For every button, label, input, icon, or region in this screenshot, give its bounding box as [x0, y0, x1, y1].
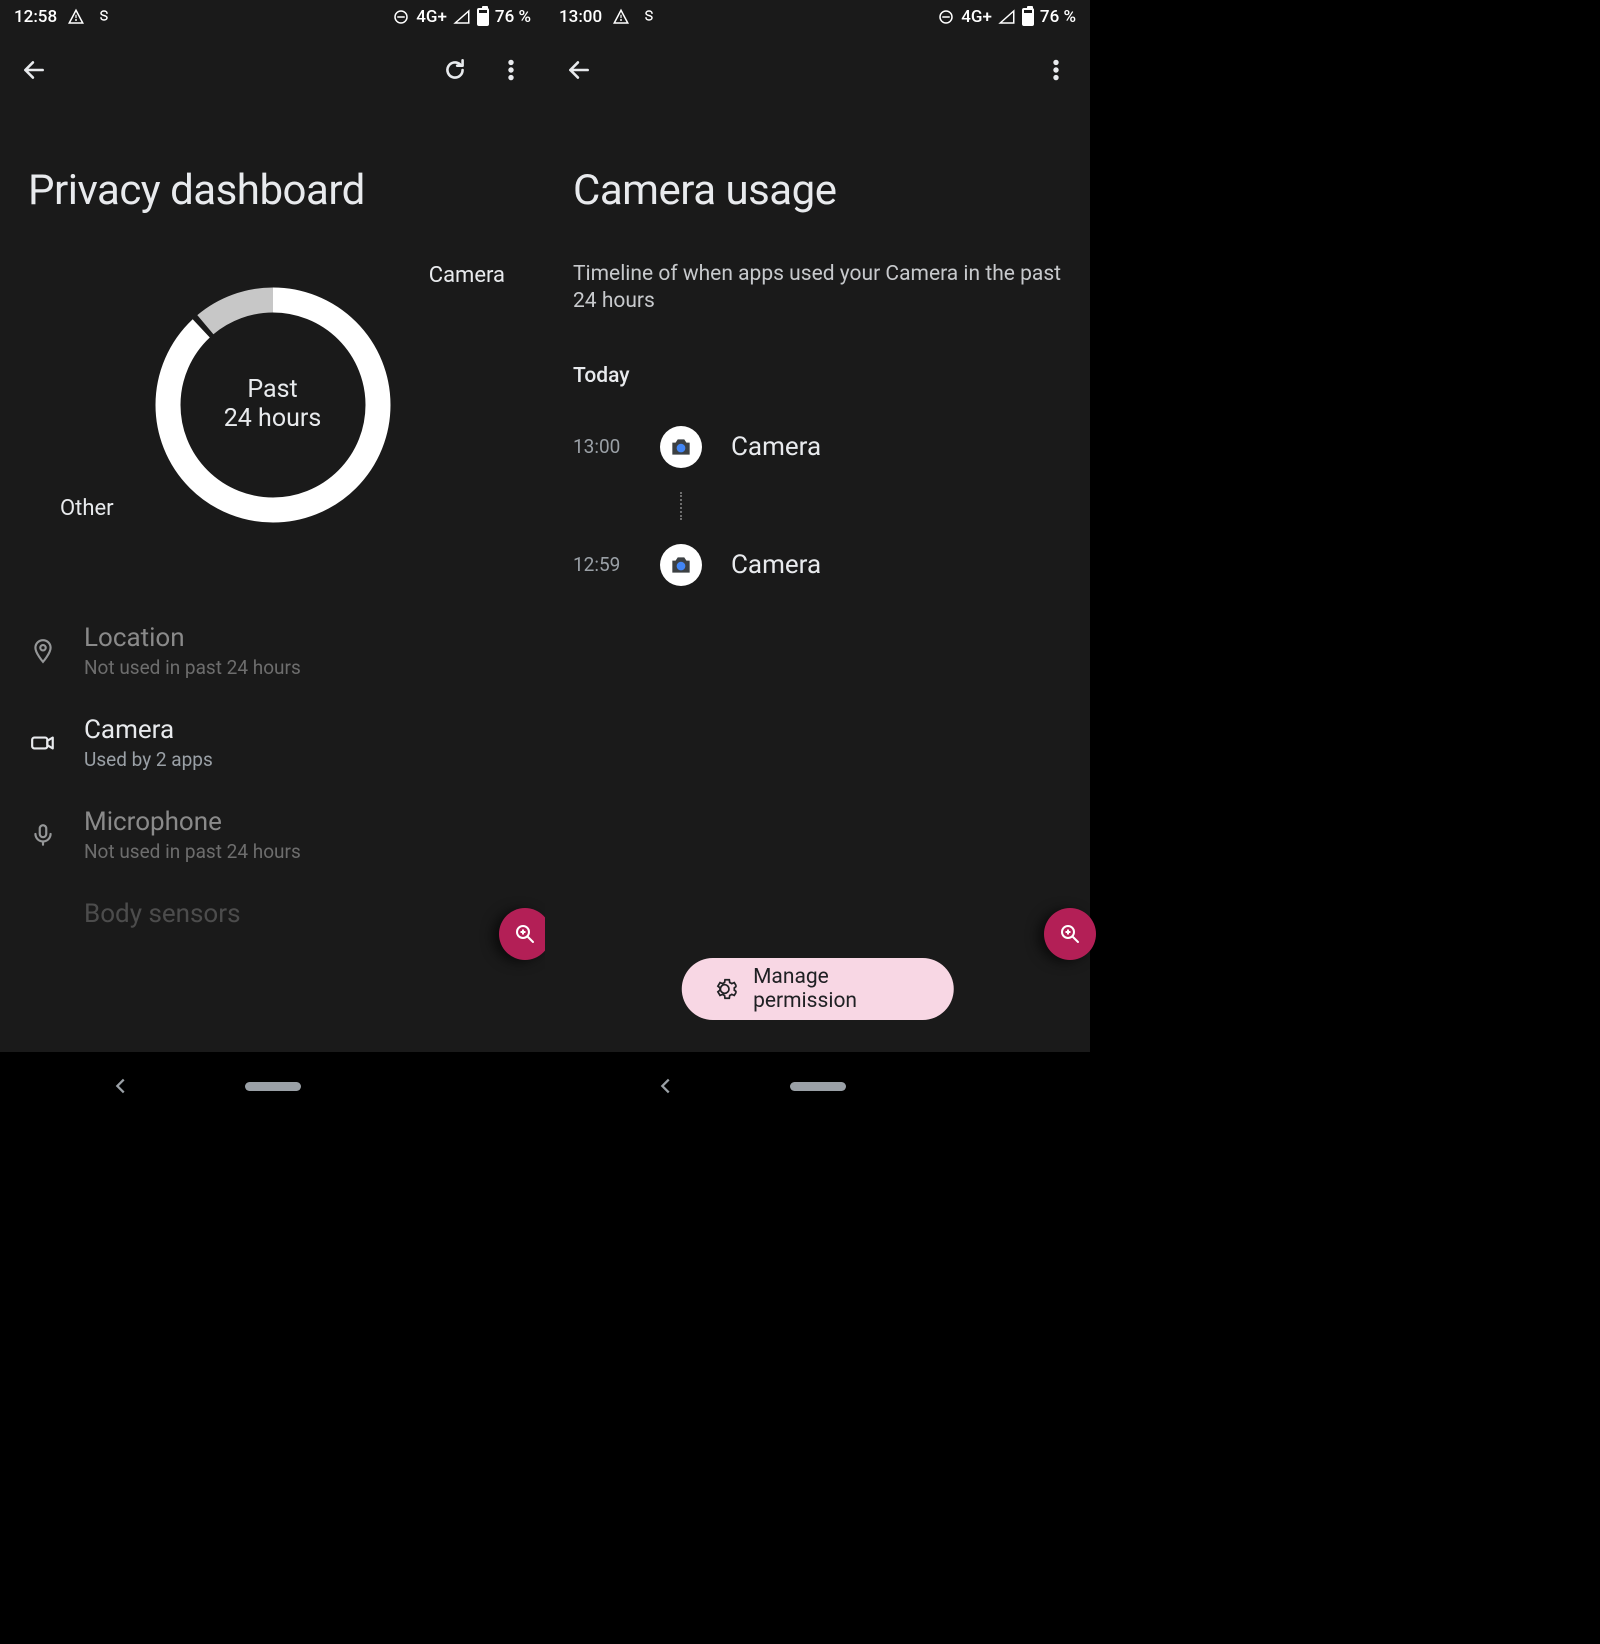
- timeline-section-label: Today: [545, 316, 1090, 402]
- toolbar: [545, 34, 1090, 106]
- triangle-warning-icon: [612, 8, 630, 26]
- system-nav-bar: [0, 1052, 545, 1120]
- signal-icon: [453, 8, 471, 26]
- zoom-fab[interactable]: [1044, 908, 1096, 960]
- permission-item-location[interactable]: Location Not used in past 24 hours: [0, 605, 545, 697]
- permission-item-microphone[interactable]: Microphone Not used in past 24 hours: [0, 789, 545, 881]
- s-icon: [640, 8, 658, 26]
- status-battery: 76 %: [1040, 7, 1076, 27]
- page-title: Camera usage: [545, 106, 1090, 245]
- permission-title: Camera: [84, 715, 213, 745]
- camera-icon: [28, 728, 58, 758]
- usage-donut-chart: Past 24 hours Camera Other: [0, 245, 545, 565]
- status-bar: 13:00 4G+ 76 %: [545, 0, 1090, 34]
- manage-permission-button[interactable]: Manage permission: [681, 958, 954, 1020]
- permission-list: Location Not used in past 24 hours Camer…: [0, 565, 545, 947]
- toolbar: [0, 34, 545, 106]
- camera-app-icon: [660, 544, 702, 586]
- status-battery: 76 %: [495, 7, 531, 27]
- donut-label-other: Other: [60, 496, 114, 521]
- permission-subtitle: Used by 2 apps: [84, 748, 213, 771]
- timeline-time: 13:00: [573, 435, 631, 458]
- status-network: 4G+: [416, 7, 447, 27]
- camera-app-icon: [660, 426, 702, 468]
- overflow-menu-button[interactable]: [497, 56, 525, 84]
- timeline-row[interactable]: 13:00 Camera: [573, 402, 1062, 492]
- donut-center-line2: 24 hours: [224, 405, 322, 434]
- permission-subtitle: Not used in past 24 hours: [84, 840, 301, 863]
- back-button[interactable]: [20, 56, 48, 84]
- s-icon: [95, 8, 113, 26]
- timeline-app-name: Camera: [731, 550, 821, 580]
- timeline-connector: [573, 492, 1062, 520]
- dnd-icon: [937, 8, 955, 26]
- screen-camera-usage: 13:00 4G+ 76 %: [545, 0, 1090, 1120]
- battery-icon: [477, 8, 489, 26]
- status-network: 4G+: [961, 7, 992, 27]
- manage-permission-label: Manage permission: [753, 965, 924, 1013]
- location-icon: [28, 636, 58, 666]
- microphone-icon: [28, 820, 58, 850]
- nav-home-pill[interactable]: [790, 1082, 846, 1091]
- timeline-time: 12:59: [573, 553, 631, 576]
- back-button[interactable]: [565, 56, 593, 84]
- zoom-fab[interactable]: [499, 908, 551, 960]
- donut-center-line1: Past: [247, 376, 297, 405]
- status-time: 12:58: [14, 7, 57, 27]
- triangle-warning-icon: [67, 8, 85, 26]
- refresh-button[interactable]: [441, 56, 469, 84]
- nav-back-button[interactable]: [655, 1075, 677, 1097]
- permission-item-camera[interactable]: Camera Used by 2 apps: [0, 697, 545, 789]
- permission-item-body-sensors[interactable]: Body sensors: [0, 881, 545, 947]
- permission-title: Body sensors: [84, 899, 240, 929]
- status-bar: 12:58 4G+ 76 %: [0, 0, 545, 34]
- timeline-row[interactable]: 12:59 Camera: [573, 520, 1062, 610]
- page-title: Privacy dashboard: [0, 106, 545, 245]
- dnd-icon: [392, 8, 410, 26]
- overflow-menu-button[interactable]: [1042, 56, 1070, 84]
- screen-privacy-dashboard: 12:58 4G+ 76 %: [0, 0, 545, 1120]
- permission-title: Location: [84, 623, 301, 653]
- system-nav-bar: [545, 1052, 1090, 1120]
- usage-timeline: 13:00 Camera 12:59 Camera: [545, 402, 1090, 610]
- permission-title: Microphone: [84, 807, 301, 837]
- signal-icon: [998, 8, 1016, 26]
- gear-icon: [711, 975, 737, 1003]
- body-sensors-icon: [28, 899, 58, 929]
- page-subtitle: Timeline of when apps used your Camera i…: [545, 245, 1090, 316]
- donut-label-camera: Camera: [429, 263, 505, 288]
- nav-home-pill[interactable]: [245, 1082, 301, 1091]
- timeline-app-name: Camera: [731, 432, 821, 462]
- nav-back-button[interactable]: [110, 1075, 132, 1097]
- status-time: 13:00: [559, 7, 602, 27]
- permission-subtitle: Not used in past 24 hours: [84, 656, 301, 679]
- battery-icon: [1022, 8, 1034, 26]
